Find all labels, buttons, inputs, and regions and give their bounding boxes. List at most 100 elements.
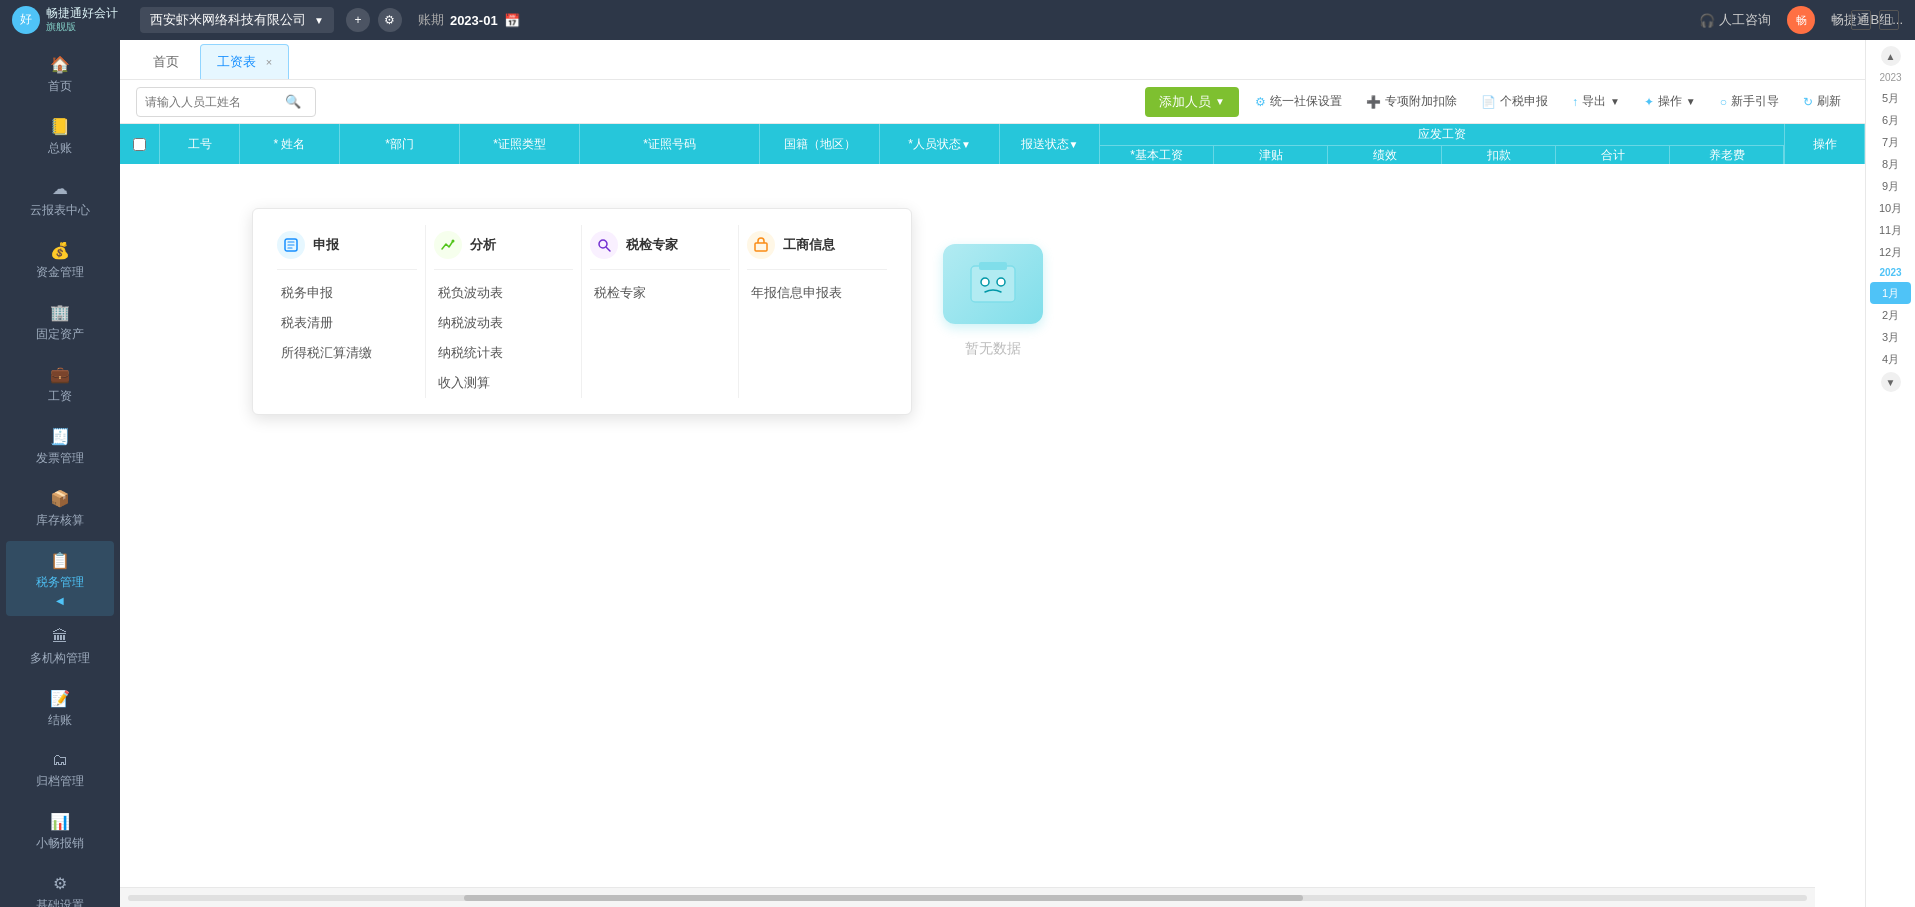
- scrollbar-area: [120, 887, 1815, 907]
- ledger-icon: 📒: [50, 117, 70, 136]
- special-deduct-icon: ➕: [1366, 95, 1381, 109]
- sidebar-item-close[interactable]: 📝 结账: [6, 679, 114, 739]
- timeline-month-1-active[interactable]: 1月: [1870, 282, 1911, 304]
- sidebar-item-home[interactable]: 🏠 首页: [6, 45, 114, 105]
- timeline-month-3[interactable]: 3月: [1866, 326, 1915, 348]
- sidebar-item-report[interactable]: 📊 小畅报销: [6, 802, 114, 862]
- menu-tax-form[interactable]: 税表清册: [277, 308, 417, 338]
- status-filter-icon[interactable]: ▼: [961, 139, 971, 150]
- timeline-month-11[interactable]: 11月: [1866, 219, 1915, 241]
- menu-income-tax-clear[interactable]: 所得税汇算清缴: [277, 338, 417, 368]
- special-deduct-action[interactable]: ➕ 专项附加扣除: [1358, 89, 1465, 114]
- settings-sidebar-icon: ⚙: [53, 874, 67, 893]
- sidebar-item-archive[interactable]: 🗂 归档管理: [6, 741, 114, 800]
- sidebar-item-salary[interactable]: 💼 工资: [6, 355, 114, 415]
- report-icon: 📊: [50, 812, 70, 831]
- inventory-icon: 📦: [50, 489, 70, 508]
- svg-rect-7: [755, 243, 767, 251]
- search-input[interactable]: [145, 95, 285, 109]
- sidebar-item-inventory[interactable]: 📦 库存核算: [6, 479, 114, 539]
- timeline-month-10[interactable]: 10月: [1866, 197, 1915, 219]
- sidebar-item-multi[interactable]: 🏛 多机构管理: [6, 618, 114, 677]
- timeline-up-icon[interactable]: ▲: [1881, 46, 1901, 66]
- menu-tax-stats[interactable]: 纳税统计表: [434, 338, 574, 368]
- invoice-icon: 🧾: [50, 427, 70, 446]
- sidebar-item-tax[interactable]: 📋 税务管理 ◀: [6, 541, 114, 616]
- business-col-title: 工商信息: [783, 236, 835, 254]
- sidebar-item-funds[interactable]: 💰 资金管理: [6, 231, 114, 291]
- logo-area: 好 畅捷通好会计 旗舰版: [12, 6, 132, 34]
- sidebar-item-settings[interactable]: ⚙ 基础设置: [6, 864, 114, 907]
- home-icon: 🏠: [50, 55, 70, 74]
- operations-label: 操作: [1658, 93, 1682, 110]
- service-button[interactable]: 🎧 人工咨询: [1699, 11, 1771, 29]
- add-icon[interactable]: +: [346, 8, 370, 32]
- guide-action[interactable]: ○ 新手引导: [1712, 89, 1787, 114]
- social-security-icon: ⚙: [1255, 95, 1266, 109]
- funds-icon: 💰: [50, 241, 70, 260]
- report-filter-icon[interactable]: ▼: [1069, 139, 1079, 150]
- top-header: 好 畅捷通好会计 旗舰版 西安虾米网络科技有限公司 ▼ + ⚙ 账期 2023-…: [0, 0, 1915, 40]
- header-actions: + ⚙: [346, 8, 402, 32]
- tab-close-icon[interactable]: ×: [266, 56, 272, 68]
- operations-action[interactable]: ✦ 操作 ▼: [1636, 89, 1704, 114]
- tab-salary-table[interactable]: 工资表 ×: [200, 44, 289, 79]
- sidebar-item-ledger[interactable]: 📒 总账: [6, 107, 114, 167]
- toolbar: 🔍 添加人员 ▼ ⚙ 统一社保设置 ➕ 专项附加扣除 📄 个税申报 ↑ 导出: [120, 80, 1865, 124]
- th-checkbox[interactable]: [120, 124, 160, 164]
- timeline-down-icon[interactable]: ▼: [1881, 372, 1901, 392]
- personal-tax-action[interactable]: 📄 个税申报: [1473, 89, 1556, 114]
- menu-annual-report[interactable]: 年报信息申报表: [747, 278, 888, 308]
- select-all-checkbox[interactable]: [133, 138, 146, 151]
- archive-icon: 🗂: [52, 751, 68, 769]
- analysis-col-title: 分析: [470, 236, 496, 254]
- menu-income-calc[interactable]: 收入测算: [434, 368, 574, 398]
- th-report: 报送状态 ▼: [1000, 124, 1100, 164]
- timeline-month-2[interactable]: 2月: [1866, 304, 1915, 326]
- empty-icon: [943, 244, 1043, 324]
- timeline-month-4[interactable]: 4月: [1866, 348, 1915, 370]
- sidebar-item-cloud[interactable]: ☁ 云报表中心: [6, 169, 114, 229]
- app-title: 畅捷通好会计: [46, 6, 118, 20]
- menu-tax-declare[interactable]: 税务申报: [277, 278, 417, 308]
- period-value: 2023-01: [450, 13, 498, 28]
- svg-point-5: [451, 240, 454, 243]
- timeline-month-6[interactable]: 6月: [1866, 109, 1915, 131]
- company-selector[interactable]: 西安虾米网络科技有限公司 ▼: [140, 7, 334, 33]
- refresh-action[interactable]: ↻ 刷新: [1795, 89, 1849, 114]
- th-name: * 姓名: [240, 124, 340, 164]
- th-total: 合计: [1556, 146, 1670, 164]
- search-icon[interactable]: 🔍: [285, 94, 301, 109]
- timeline-month-9[interactable]: 9月: [1866, 175, 1915, 197]
- search-input-wrap[interactable]: 🔍: [136, 87, 316, 117]
- export-action[interactable]: ↑ 导出 ▼: [1564, 89, 1628, 114]
- menu-tax-check[interactable]: 税检专家: [590, 278, 730, 308]
- year-2023-label: 2023: [1879, 267, 1901, 278]
- menu-tax-burden[interactable]: 税负波动表: [434, 278, 574, 308]
- scrollbar-thumb[interactable]: [464, 895, 1304, 901]
- timeline-month-12[interactable]: 12月: [1866, 241, 1915, 263]
- sidebar-item-assets[interactable]: 🏢 固定资产: [6, 293, 114, 353]
- menu-tax-dynamic[interactable]: 纳税波动表: [434, 308, 574, 338]
- close-button[interactable]: ×: [1851, 10, 1871, 30]
- restore-button[interactable]: □: [1879, 10, 1899, 30]
- calendar-icon[interactable]: 📅: [504, 13, 520, 28]
- avatar[interactable]: 畅: [1787, 6, 1815, 34]
- scrollbar-track[interactable]: [128, 895, 1807, 901]
- tab-home[interactable]: 首页: [136, 44, 196, 79]
- timeline-month-8[interactable]: 8月: [1866, 153, 1915, 175]
- close-period-icon: 📝: [50, 689, 70, 708]
- sidebar-item-invoice[interactable]: 🧾 发票管理: [6, 417, 114, 477]
- ops-dropdown-icon: ▼: [1686, 96, 1696, 107]
- add-person-button[interactable]: 添加人员 ▼: [1145, 87, 1239, 117]
- th-dept: *部门: [340, 124, 460, 164]
- logo-text: 畅捷通好会计 旗舰版: [46, 6, 118, 34]
- settings-icon[interactable]: ⚙: [378, 8, 402, 32]
- timeline-month-7[interactable]: 7月: [1866, 131, 1915, 153]
- app-subtitle: 旗舰版: [46, 20, 118, 34]
- th-base-salary: *基本工资: [1100, 146, 1214, 164]
- popup-col-analysis: 分析 税负波动表 纳税波动表 纳税统计表 收入测算: [426, 225, 583, 398]
- social-security-action[interactable]: ⚙ 统一社保设置: [1247, 89, 1350, 114]
- timeline-month-5[interactable]: 5月: [1866, 87, 1915, 109]
- sidebar-label-salary: 工资: [48, 388, 72, 405]
